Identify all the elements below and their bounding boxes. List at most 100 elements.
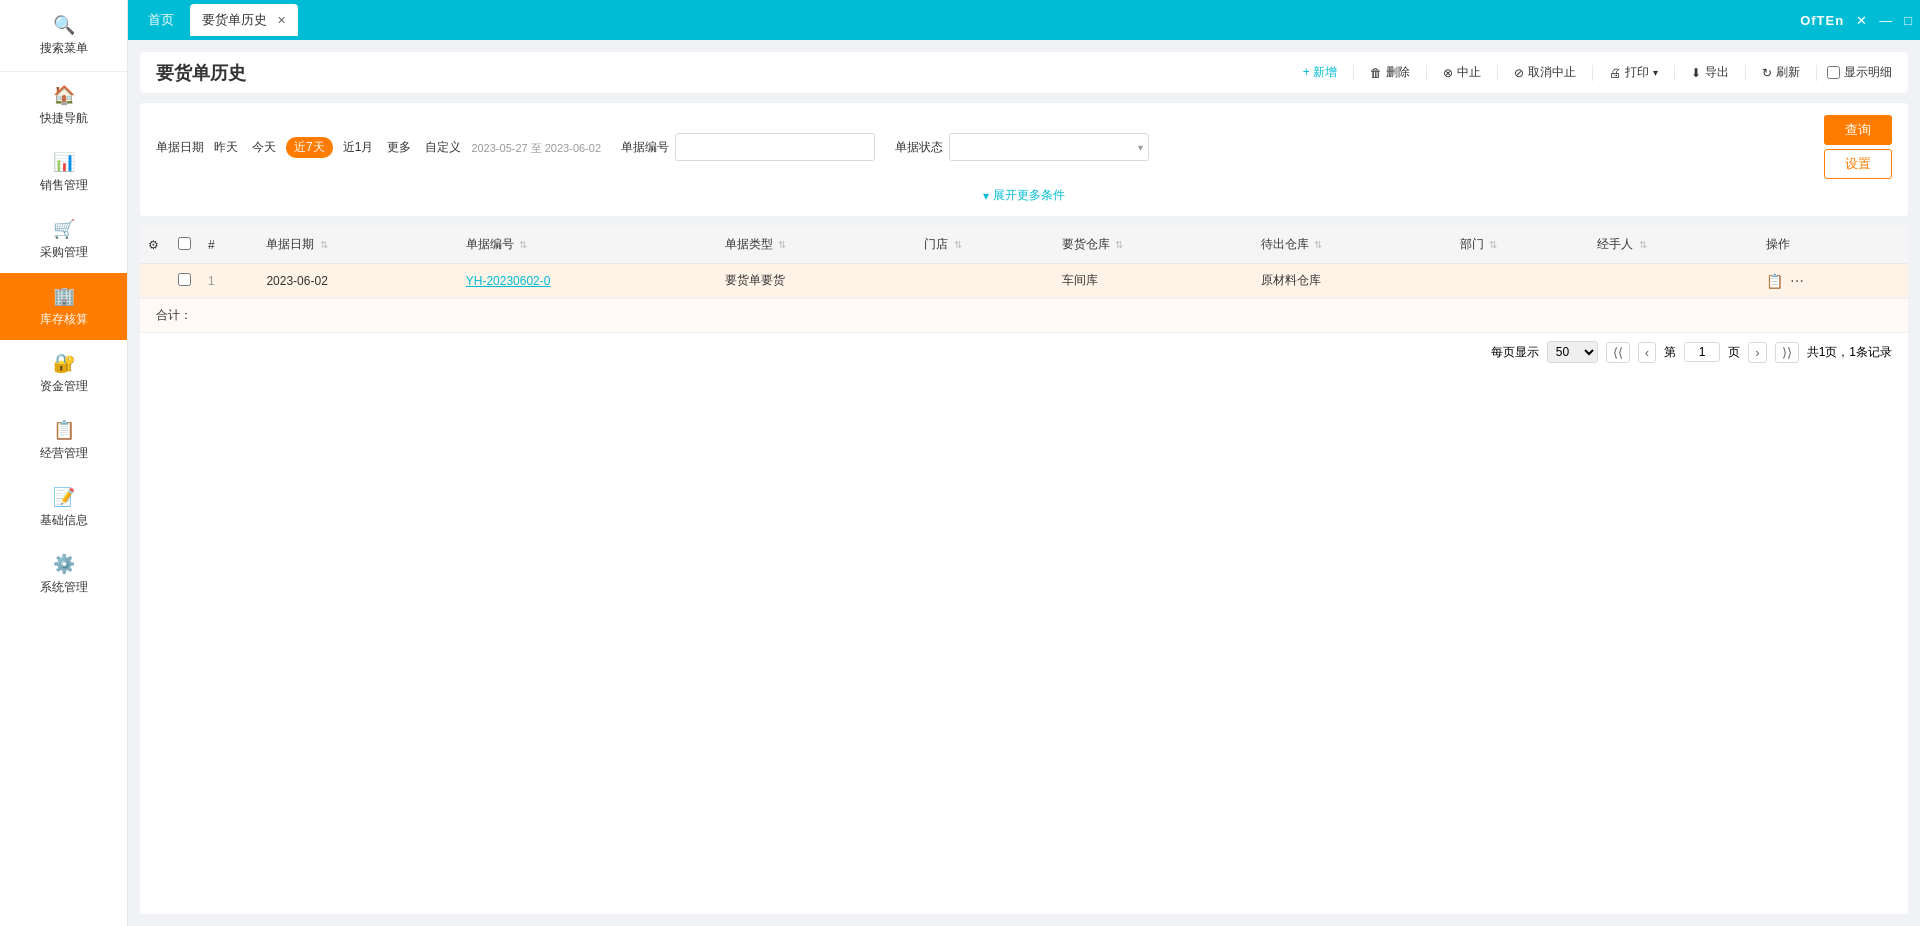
print-icon: 🖨 (1609, 66, 1621, 80)
sidebar-item-sales[interactable]: 📊 销售管理 (0, 139, 127, 206)
cancel-suspend-icon: ⊘ (1514, 66, 1524, 80)
col-date[interactable]: 单据日期 ⇅ (258, 226, 457, 264)
suspend-label: 中止 (1457, 64, 1481, 81)
suspend-icon: ⊗ (1443, 66, 1453, 80)
row-select-checkbox[interactable] (178, 273, 191, 286)
row-req-warehouse: 车间库 (1054, 264, 1253, 298)
doc-no-input[interactable] (675, 133, 875, 161)
sort-pending-warehouse-icon: ⇅ (1314, 239, 1322, 250)
tab-home[interactable]: 首页 (136, 4, 186, 36)
col-index: # (200, 226, 258, 264)
row-index: 1 (200, 264, 258, 298)
shortcut-custom[interactable]: 自定义 (421, 137, 465, 158)
next-page-btn[interactable]: › (1748, 342, 1766, 363)
status-select-wrapper: ▾ (949, 133, 1149, 161)
page-size-select[interactable]: 50 10 20 100 (1547, 341, 1598, 363)
topbar: 首页 要货单历史 ✕ OfTEn ✕ — □ (128, 0, 1920, 40)
operations-icon: 📋 (53, 419, 75, 441)
sidebar-item-system[interactable]: ⚙️ 系统管理 (0, 541, 127, 608)
date-shortcuts: 昨天 今天 近7天 近1月 更多 自定义 (210, 137, 465, 158)
sidebar-item-inventory[interactable]: 🏢 库存核算 (0, 273, 127, 340)
sidebar-item-quick-nav[interactable]: 🏠 快捷导航 (0, 72, 127, 139)
col-doc-no-label: 单据编号 (466, 237, 514, 251)
print-button[interactable]: 🖨 打印 ▾ (1603, 60, 1664, 85)
display-detail-toggle[interactable]: 显示明细 (1827, 64, 1892, 81)
shortcut-yesterday[interactable]: 昨天 (210, 137, 242, 158)
window-maximize-btn[interactable]: □ (1904, 13, 1912, 28)
expand-more-btn[interactable]: ▾ 展开更多条件 (156, 187, 1892, 204)
toolbar: + 新增 🗑 删除 ⊗ 中止 ⊘ 取消中止 🖨 (1297, 60, 1892, 85)
status-filter: 单据状态 ▾ (895, 133, 1149, 161)
col-req-warehouse[interactable]: 要货仓库 ⇅ (1054, 226, 1253, 264)
shortcut-today[interactable]: 今天 (248, 137, 280, 158)
sidebar-item-label: 资金管理 (40, 378, 88, 395)
prev-page-btn[interactable]: ‹ (1638, 342, 1656, 363)
col-pending-warehouse[interactable]: 待出仓库 ⇅ (1253, 226, 1452, 264)
page-label: 第 (1664, 344, 1676, 361)
shortcut-week[interactable]: 近7天 (286, 137, 333, 158)
row-pending-warehouse: 原材料仓库 (1253, 264, 1452, 298)
sidebar-item-basic[interactable]: 📝 基础信息 (0, 474, 127, 541)
purchase-icon: 🛒 (53, 218, 75, 240)
display-detail-checkbox[interactable] (1827, 66, 1840, 79)
content-area: 要货单历史 + 新增 🗑 删除 ⊗ 中止 ⊘ 取消中止 (128, 40, 1920, 926)
export-label: 导出 (1705, 64, 1729, 81)
inventory-icon: 🏢 (53, 285, 75, 307)
delete-icon: 🗑 (1370, 66, 1382, 80)
sidebar-item-operations[interactable]: 📋 经营管理 (0, 407, 127, 474)
first-page-btn[interactable]: ⟨⟨ (1606, 342, 1630, 363)
sidebar-item-finance[interactable]: 🔐 资金管理 (0, 340, 127, 407)
col-operation: 操作 (1758, 226, 1908, 264)
col-dept[interactable]: 部门 ⇅ (1452, 226, 1589, 264)
tab-close-icon[interactable]: ✕ (277, 14, 286, 27)
table-body: 1 2023-06-02 YH-20230602-0 要货单要货 车间库 原材料… (140, 264, 1908, 298)
shortcut-more[interactable]: 更多 (383, 137, 415, 158)
window-minimize-btn[interactable]: — (1879, 13, 1892, 28)
status-label: 单据状态 (895, 139, 943, 156)
col-doc-type[interactable]: 单据类型 ⇅ (717, 226, 916, 264)
col-store[interactable]: 门店 ⇅ (916, 226, 1053, 264)
col-operation-label: 操作 (1766, 237, 1790, 251)
display-detail-label: 显示明细 (1844, 64, 1892, 81)
export-button[interactable]: ⬇ 导出 (1685, 60, 1735, 85)
refresh-button[interactable]: ↻ 刷新 (1756, 60, 1806, 85)
row-handler (1589, 264, 1757, 298)
col-checkbox (170, 226, 200, 264)
status-select[interactable] (949, 133, 1149, 161)
shortcut-month[interactable]: 近1月 (339, 137, 378, 158)
divider-7 (1816, 65, 1817, 81)
query-button[interactable]: 查询 (1824, 115, 1892, 145)
sidebar-item-label: 快捷导航 (40, 110, 88, 127)
sidebar-search[interactable]: 🔍 搜索菜单 (0, 0, 127, 72)
col-settings[interactable]: ⚙ (140, 226, 170, 264)
delete-button[interactable]: 🗑 删除 (1364, 60, 1416, 85)
col-pending-warehouse-label: 待出仓库 (1261, 237, 1309, 251)
setting-button[interactable]: 设置 (1824, 149, 1892, 179)
col-handler[interactable]: 经手人 ⇅ (1589, 226, 1757, 264)
window-close-btn[interactable]: ✕ (1856, 13, 1867, 28)
row-doc-no: YH-20230602-0 (458, 264, 717, 298)
divider-3 (1497, 65, 1498, 81)
select-all-checkbox[interactable] (178, 237, 191, 250)
row-view-btn[interactable]: 📋 (1766, 273, 1783, 289)
col-doc-no[interactable]: 单据编号 ⇅ (458, 226, 717, 264)
add-button[interactable]: + 新增 (1297, 60, 1343, 85)
page-input[interactable] (1684, 342, 1720, 362)
cancel-suspend-button[interactable]: ⊘ 取消中止 (1508, 60, 1582, 85)
sidebar-item-label: 经营管理 (40, 445, 88, 462)
expand-label: 展开更多条件 (993, 187, 1065, 204)
row-more-btn[interactable]: ⋯ (1790, 273, 1804, 289)
tab-requisition-history[interactable]: 要货单历史 ✕ (190, 4, 298, 36)
filter-row-1: 单据日期 昨天 今天 近7天 近1月 更多 自定义 2023-05-27 至 2… (156, 115, 1892, 179)
pagination: 每页显示 50 10 20 100 ⟨⟨ ‹ 第 页 › ⟩⟩ 共1页，1条记录 (140, 332, 1908, 371)
last-page-btn[interactable]: ⟩⟩ (1775, 342, 1799, 363)
sort-doc-type-icon: ⇅ (778, 239, 786, 250)
main-area: 首页 要货单历史 ✕ OfTEn ✕ — □ 要货单历史 + 新增 🗑 删除 (128, 0, 1920, 926)
divider-5 (1674, 65, 1675, 81)
doc-no-link[interactable]: YH-20230602-0 (466, 274, 551, 288)
home-icon: 🏠 (53, 84, 75, 106)
col-req-warehouse-label: 要货仓库 (1062, 237, 1110, 251)
date-filter-label: 单据日期 (156, 139, 204, 156)
suspend-button[interactable]: ⊗ 中止 (1437, 60, 1487, 85)
sidebar-item-purchase[interactable]: 🛒 采购管理 (0, 206, 127, 273)
